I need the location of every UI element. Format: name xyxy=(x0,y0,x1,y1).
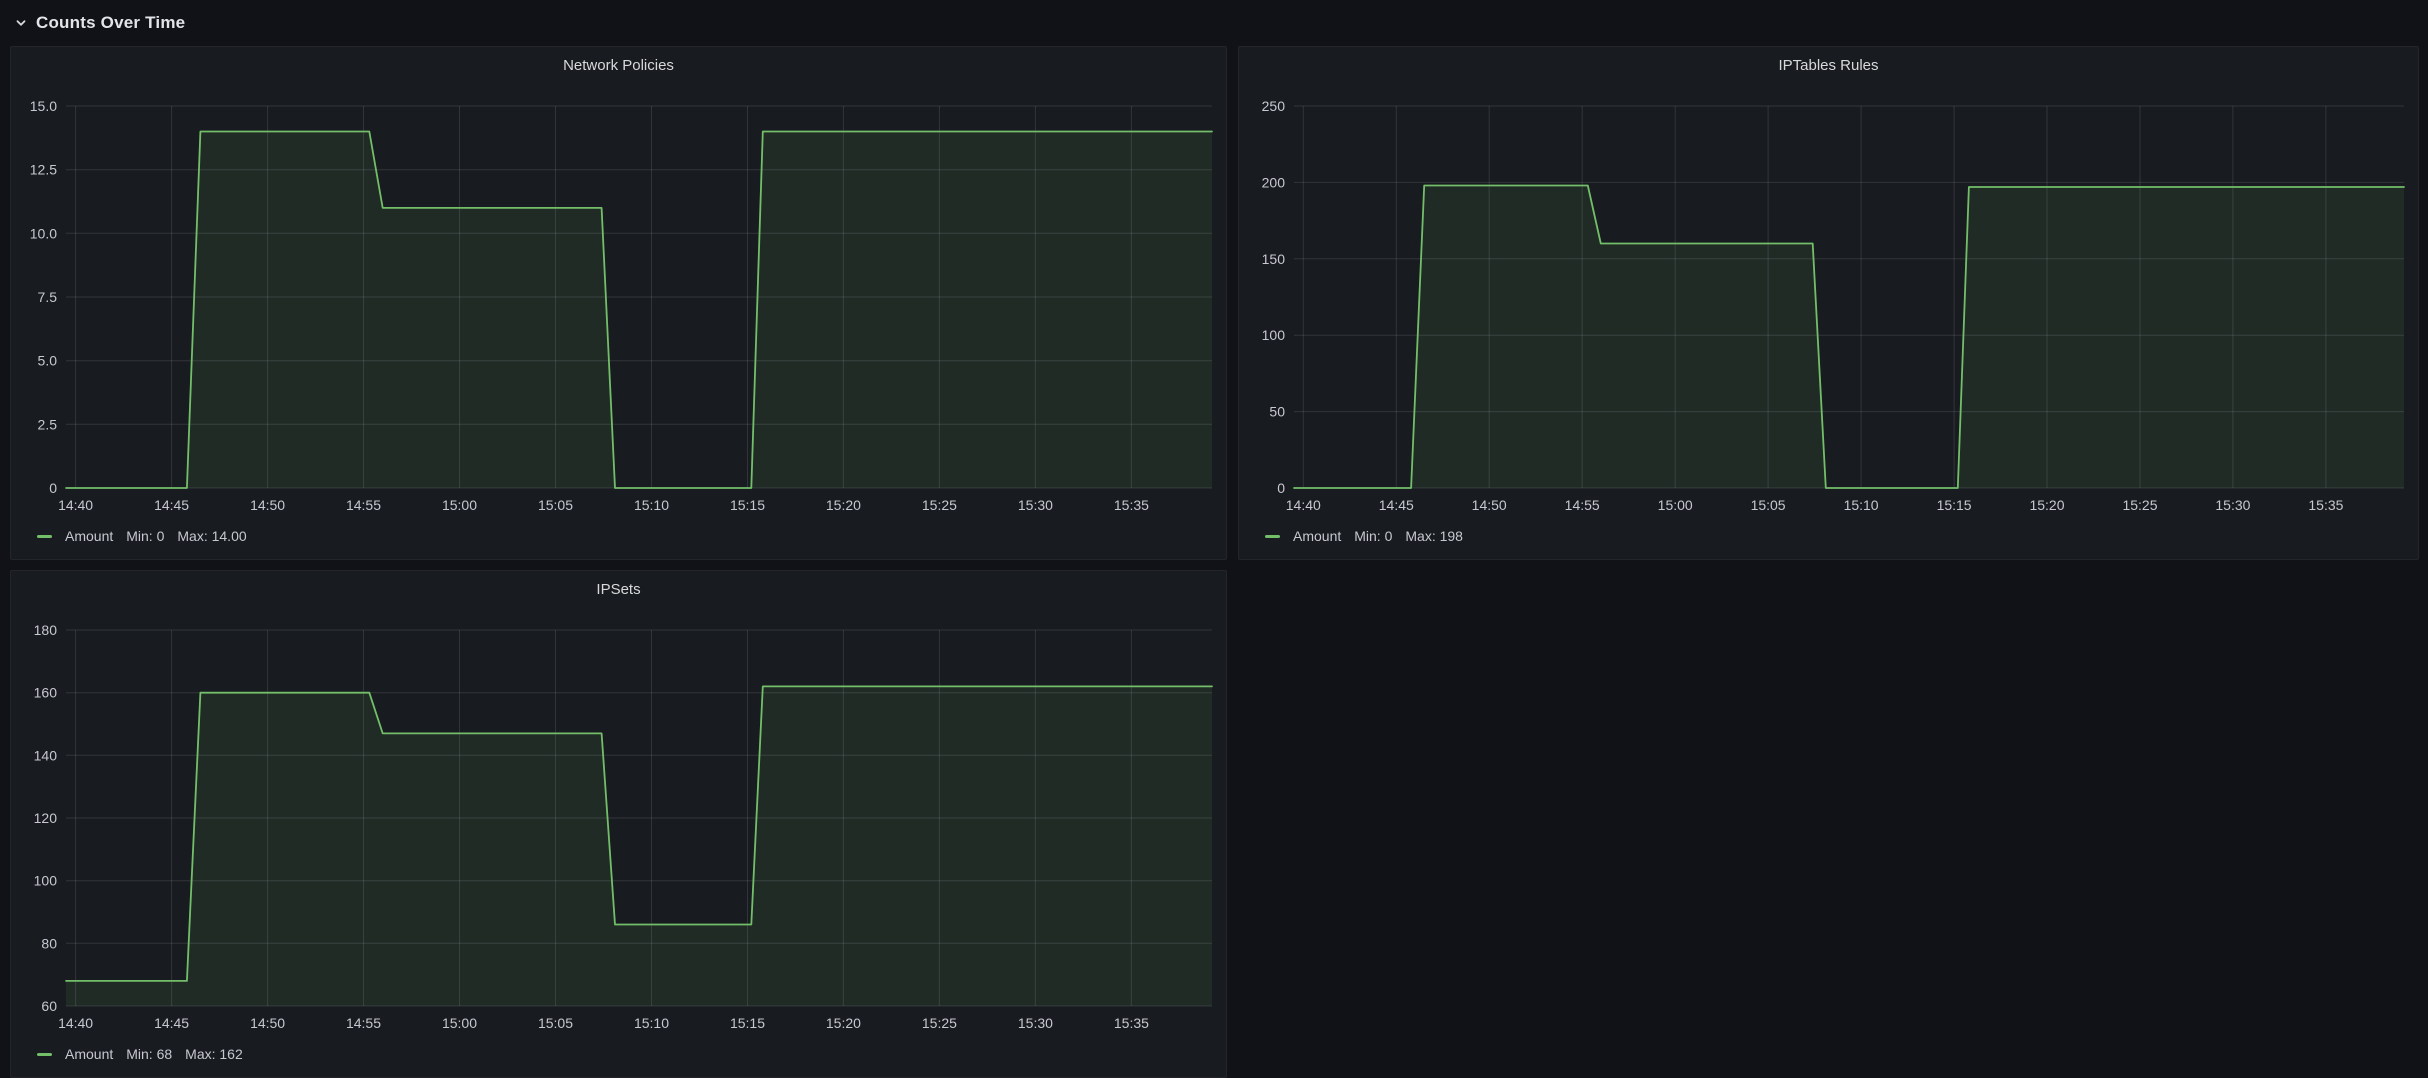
legend-series-label[interactable]: Amount xyxy=(65,528,113,544)
svg-text:15:30: 15:30 xyxy=(2215,497,2250,513)
svg-text:200: 200 xyxy=(1262,174,1286,190)
svg-text:15:00: 15:00 xyxy=(442,497,477,513)
ipsets-chart[interactable]: 60 80 100 120 140 160 180 14:40 14:45 14:50 14:55 1… xyxy=(11,571,1226,1077)
svg-text:250: 250 xyxy=(1262,98,1286,114)
svg-text:15:20: 15:20 xyxy=(826,1015,861,1031)
panel-title-iptables-rules[interactable]: IPTables Rules xyxy=(1239,47,2418,83)
legend-ipsets: Amount Min: 68 Max: 162 xyxy=(37,1044,243,1064)
svg-text:15:25: 15:25 xyxy=(922,1015,957,1031)
legend-min-stat: Min: 0 xyxy=(126,528,165,544)
svg-text:15:35: 15:35 xyxy=(1114,1015,1149,1031)
legend-max-stat: Max: 198 xyxy=(1405,528,1463,544)
legend-max-stat: Max: 14.00 xyxy=(177,528,247,544)
svg-text:15:25: 15:25 xyxy=(2122,497,2157,513)
svg-text:15:00: 15:00 xyxy=(442,1015,477,1031)
network-policies-chart[interactable]: 0 2.5 5.0 7.5 10.0 12.5 15.0 14:40 14:45 14:50 14:… xyxy=(11,47,1226,559)
svg-text:160: 160 xyxy=(34,685,58,701)
chevron-down-icon[interactable] xyxy=(13,15,29,31)
svg-text:15:30: 15:30 xyxy=(1018,497,1053,513)
svg-text:15:25: 15:25 xyxy=(922,497,957,513)
svg-text:15:05: 15:05 xyxy=(1751,497,1786,513)
svg-text:12.5: 12.5 xyxy=(30,162,57,178)
legend-series-swatch xyxy=(1265,534,1280,538)
svg-text:14:45: 14:45 xyxy=(154,1015,189,1031)
svg-text:14:40: 14:40 xyxy=(58,1015,93,1031)
svg-text:15:20: 15:20 xyxy=(826,497,861,513)
panel-network-policies: 0 2.5 5.0 7.5 10.0 12.5 15.0 14:40 14:45 14:50 14:… xyxy=(10,46,1227,560)
svg-text:15:10: 15:10 xyxy=(634,1015,669,1031)
svg-text:15:00: 15:00 xyxy=(1658,497,1693,513)
svg-text:15:20: 15:20 xyxy=(2029,497,2064,513)
svg-text:14:55: 14:55 xyxy=(346,1015,381,1031)
svg-text:180: 180 xyxy=(34,622,58,638)
svg-text:2.5: 2.5 xyxy=(38,416,58,432)
svg-text:5.0: 5.0 xyxy=(38,353,58,369)
svg-text:0: 0 xyxy=(1277,480,1285,496)
legend-network-policies: Amount Min: 0 Max: 14.00 xyxy=(37,526,247,546)
svg-text:15:10: 15:10 xyxy=(634,497,669,513)
svg-text:15:05: 15:05 xyxy=(538,1015,573,1031)
panel-title-network-policies[interactable]: Network Policies xyxy=(11,47,1226,83)
legend-max-stat: Max: 162 xyxy=(185,1046,243,1062)
svg-text:15:15: 15:15 xyxy=(1937,497,1972,513)
svg-text:14:45: 14:45 xyxy=(1379,497,1414,513)
svg-text:14:50: 14:50 xyxy=(1472,497,1507,513)
svg-text:10.0: 10.0 xyxy=(30,225,57,241)
svg-text:50: 50 xyxy=(1269,404,1285,420)
svg-text:80: 80 xyxy=(41,935,57,951)
svg-text:14:40: 14:40 xyxy=(58,497,93,513)
svg-text:15.0: 15.0 xyxy=(30,98,57,114)
svg-text:15:10: 15:10 xyxy=(1844,497,1879,513)
legend-min-stat: Min: 68 xyxy=(126,1046,173,1062)
svg-text:14:40: 14:40 xyxy=(1286,497,1321,513)
svg-text:15:35: 15:35 xyxy=(1114,497,1149,513)
legend-iptables-rules: Amount Min: 0 Max: 198 xyxy=(1265,526,1463,546)
svg-text:15:35: 15:35 xyxy=(2308,497,2343,513)
legend-min-stat: Min: 0 xyxy=(1354,528,1393,544)
svg-text:15:05: 15:05 xyxy=(538,497,573,513)
svg-text:140: 140 xyxy=(34,747,58,763)
svg-text:7.5: 7.5 xyxy=(38,289,58,305)
legend-series-label[interactable]: Amount xyxy=(65,1046,113,1062)
legend-series-swatch xyxy=(37,1052,52,1056)
row-title[interactable]: Counts Over Time xyxy=(36,13,185,33)
dashboard-row-header[interactable]: Counts Over Time xyxy=(0,0,2428,46)
svg-text:0: 0 xyxy=(49,480,57,496)
svg-text:120: 120 xyxy=(34,810,58,826)
svg-text:14:55: 14:55 xyxy=(346,497,381,513)
svg-text:150: 150 xyxy=(1262,251,1286,267)
iptables-rules-chart[interactable]: 0 50 100 150 200 250 14:40 14:45 14:50 14:55 15:00… xyxy=(1239,47,2418,559)
svg-text:15:30: 15:30 xyxy=(1018,1015,1053,1031)
panel-ipsets: 60 80 100 120 140 160 180 14:40 14:45 14:50 14:55 1… xyxy=(10,570,1227,1078)
svg-text:15:15: 15:15 xyxy=(730,1015,765,1031)
legend-series-swatch xyxy=(37,534,52,538)
svg-text:100: 100 xyxy=(34,873,58,889)
svg-text:14:50: 14:50 xyxy=(250,1015,285,1031)
svg-text:60: 60 xyxy=(41,998,57,1014)
svg-text:15:15: 15:15 xyxy=(730,497,765,513)
svg-text:14:45: 14:45 xyxy=(154,497,189,513)
panel-iptables-rules: 0 50 100 150 200 250 14:40 14:45 14:50 14:55 15:00… xyxy=(1238,46,2419,560)
legend-series-label[interactable]: Amount xyxy=(1293,528,1341,544)
panel-title-ipsets[interactable]: IPSets xyxy=(11,571,1226,607)
svg-text:100: 100 xyxy=(1262,327,1286,343)
svg-text:14:55: 14:55 xyxy=(1565,497,1600,513)
svg-text:14:50: 14:50 xyxy=(250,497,285,513)
